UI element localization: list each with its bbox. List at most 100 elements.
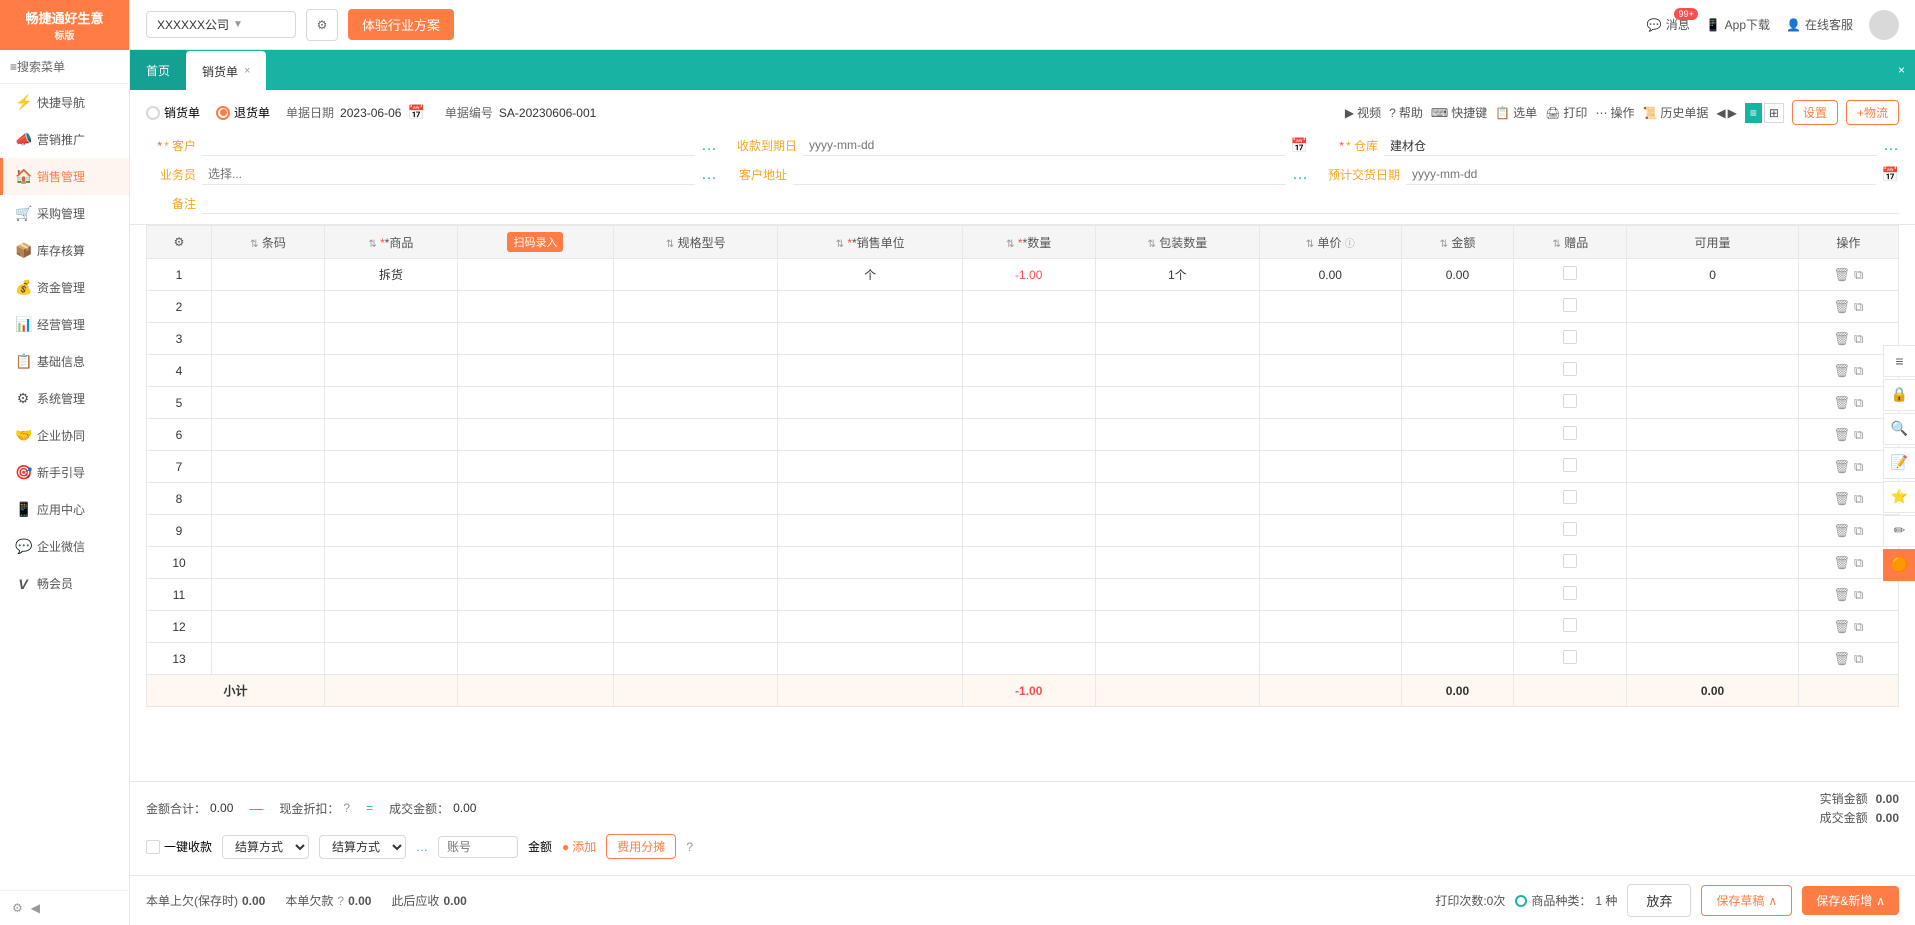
customer-addr-dots-icon[interactable]: … (1292, 166, 1308, 184)
sort-spec[interactable]: ⇅ (666, 239, 674, 250)
col-scan[interactable]: 扫码录入 (457, 226, 613, 259)
one-click-checkbox[interactable] (146, 840, 160, 854)
copy-row-icon-12[interactable]: ⧉ (1854, 619, 1863, 635)
copy-row-icon-13[interactable]: ⧉ (1854, 651, 1863, 667)
copy-row-icon-9[interactable]: ⧉ (1854, 523, 1863, 539)
sort-qty[interactable]: ⇅ (1006, 239, 1014, 250)
right-float-btn-3[interactable]: 🔍 (1883, 413, 1915, 445)
close-tab-icon[interactable]: × (244, 65, 250, 77)
sidebar-item-ops-mgmt[interactable]: 📊 经营管理 (0, 306, 129, 343)
delete-row-icon-1[interactable]: 🗑 (1833, 267, 1850, 283)
tab-home[interactable]: 首页 (130, 50, 186, 90)
row-spec-2[interactable] (614, 291, 778, 323)
copy-row-icon-5[interactable]: ⧉ (1854, 395, 1863, 411)
gift-checkbox-6[interactable] (1563, 426, 1577, 440)
row-qty-2[interactable] (962, 291, 1095, 323)
delete-row-icon-9[interactable]: 🗑 (1833, 523, 1850, 539)
copy-row-icon-10[interactable]: ⧉ (1854, 555, 1863, 571)
gift-checkbox-2[interactable] (1563, 298, 1577, 312)
help-action[interactable]: ? 帮助 (1389, 104, 1423, 121)
sort-pkg[interactable]: ⇅ (1147, 239, 1155, 250)
gift-checkbox-12[interactable] (1563, 618, 1577, 632)
ops-action[interactable]: ⋯ 操作 (1595, 104, 1634, 121)
row-gift-1[interactable] (1514, 259, 1627, 291)
right-float-btn-1[interactable]: ≡ (1883, 345, 1915, 377)
delete-row-icon-11[interactable]: 🗑 (1833, 587, 1850, 603)
history-action[interactable]: 📜 历史单据 (1642, 104, 1708, 121)
copy-row-icon-3[interactable]: ⧉ (1854, 331, 1863, 347)
sidebar-item-search-order[interactable]: ≡ 搜索菜单 (0, 50, 129, 84)
sidebar-item-new-guide[interactable]: 🎯 新手引导 (0, 454, 129, 491)
radio-return-order[interactable]: 退货单 (216, 104, 270, 121)
sort-price[interactable]: ⇅ (1306, 239, 1314, 250)
row-spec-1[interactable] (614, 259, 778, 291)
sort-product[interactable]: ⇅ (368, 239, 376, 250)
gift-checkbox-13[interactable] (1563, 650, 1577, 664)
cash-discount-help[interactable]: ? (343, 801, 350, 815)
tab-sales[interactable]: 销货单 × (186, 51, 266, 91)
delete-row-icon-5[interactable]: 🗑 (1833, 395, 1850, 411)
gift-checkbox-5[interactable] (1563, 394, 1577, 408)
copy-row-icon-2[interactable]: ⧉ (1854, 299, 1863, 315)
copy-row-icon-1[interactable]: ⧉ (1854, 267, 1863, 283)
expected-delivery-calendar-icon[interactable]: 📅 (1882, 166, 1899, 183)
copy-row-icon-8[interactable]: ⧉ (1854, 491, 1863, 507)
sort-barcode[interactable]: ⇅ (250, 239, 258, 250)
sort-amount[interactable]: ⇅ (1440, 239, 1448, 250)
gift-checkbox-10[interactable] (1563, 554, 1577, 568)
topbar-settings-button[interactable]: ⚙ (306, 9, 338, 41)
right-float-btn-2[interactable]: 🔒 (1883, 379, 1915, 411)
right-float-btn-5[interactable]: ⭐ (1883, 481, 1915, 513)
delete-row-icon-2[interactable]: 🗑 (1833, 299, 1850, 315)
app-download-action[interactable]: 📱 App下载 (1706, 16, 1770, 33)
row-amount-2[interactable] (1401, 291, 1514, 323)
gift-checkbox-4[interactable] (1563, 362, 1577, 376)
due-date-input[interactable] (803, 135, 1285, 156)
payment-dots-icon[interactable]: … (416, 840, 428, 854)
notes-input[interactable] (202, 193, 1899, 214)
row-unit-1[interactable]: 个 (778, 259, 962, 291)
gift-checkbox-1[interactable] (1563, 266, 1577, 280)
row-barcode-1[interactable] (212, 259, 325, 291)
discard-button[interactable]: 放弃 (1627, 884, 1691, 917)
payment-method-select[interactable]: 结算方式 (222, 835, 309, 859)
sidebar-item-app-center[interactable]: 📱 应用中心 (0, 491, 129, 528)
sidebar-item-base-info[interactable]: 📋 基础信息 (0, 343, 129, 380)
right-float-btn-7[interactable]: 🟠 (1883, 549, 1915, 581)
online-support-action[interactable]: 👤 在线客服 (1786, 16, 1853, 33)
next-arrow[interactable]: ▶ (1728, 106, 1737, 120)
sidebar-item-sales-mgmt[interactable]: 🏠 销售管理 (0, 158, 129, 195)
sidebar-settings-icon[interactable]: ⚙ (12, 901, 23, 915)
due-date-calendar-icon[interactable]: 📅 (1291, 137, 1308, 154)
copy-row-icon-7[interactable]: ⧉ (1854, 459, 1863, 475)
try-industry-button[interactable]: 体验行业方案 (348, 9, 454, 40)
sidebar-item-corp-collab[interactable]: 🤝 企业协同 (0, 417, 129, 454)
sort-gift[interactable]: ⇅ (1553, 239, 1561, 250)
row-barcode-2[interactable] (212, 291, 325, 323)
delete-row-icon-13[interactable]: 🗑 (1833, 651, 1850, 667)
radio-sales-order[interactable]: 销货单 (146, 104, 200, 121)
delete-row-icon-4[interactable]: 🗑 (1833, 363, 1850, 379)
row-price-1[interactable]: 0.00 (1260, 259, 1402, 291)
chevron-icon[interactable]: ∧ (1768, 894, 1777, 908)
sidebar-item-inventory[interactable]: 📦 库存核算 (0, 232, 129, 269)
delete-row-icon-12[interactable]: 🗑 (1833, 619, 1850, 635)
grid-view-icon[interactable]: ⊞ (1764, 103, 1784, 123)
sidebar-item-quick-nav[interactable]: ⚡ 快捷导航 (0, 84, 129, 121)
sidebar-item-capital-mgmt[interactable]: 💰 资金管理 (0, 269, 129, 306)
customer-input[interactable] (202, 135, 695, 156)
save-new-button[interactable]: 保存&新增 ∧ (1802, 886, 1899, 915)
row-unit-2[interactable] (778, 291, 962, 323)
delete-row-icon-7[interactable]: 🗑 (1833, 459, 1850, 475)
warehouse-dots-icon[interactable]: … (1883, 137, 1899, 155)
gift-checkbox-7[interactable] (1563, 458, 1577, 472)
print-action[interactable]: 🖨 打印 (1545, 104, 1587, 121)
row-pkg-1[interactable]: 1个 (1095, 259, 1259, 291)
close-all-icon[interactable]: × (1898, 63, 1905, 77)
save-draft-button[interactable]: 保存草稿 ∧ (1701, 885, 1792, 916)
expense-help-icon[interactable]: ? (686, 840, 693, 854)
warehouse-input[interactable] (1384, 135, 1877, 156)
sidebar-collapse-icon[interactable]: ◀ (31, 901, 40, 915)
sort-unit[interactable]: ⇅ (836, 239, 844, 250)
gift-checkbox-11[interactable] (1563, 586, 1577, 600)
